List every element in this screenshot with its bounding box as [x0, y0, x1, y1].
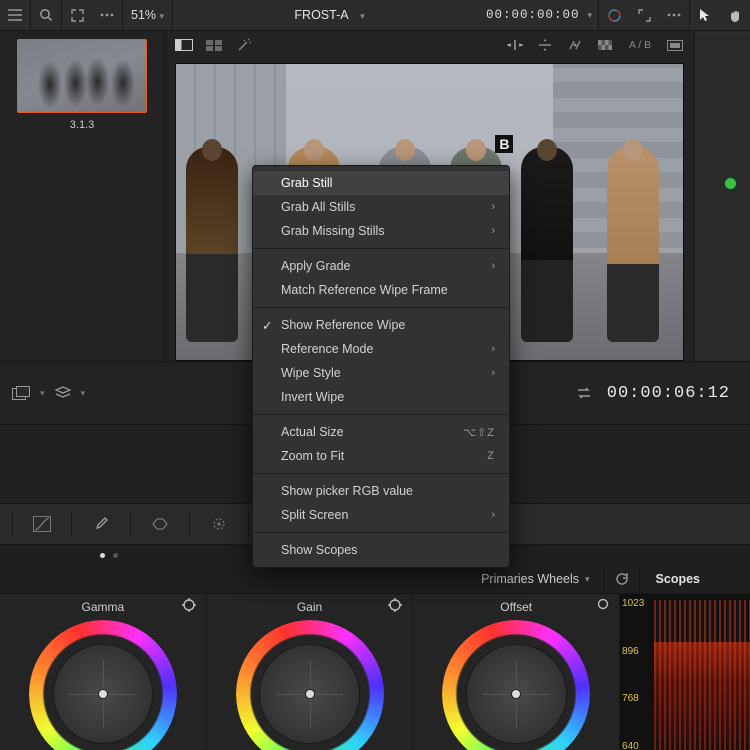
wheel-label-offset: Offset	[413, 600, 619, 614]
picker-gain-icon[interactable]	[388, 598, 402, 612]
menu-item-invert-wipe[interactable]: Invert Wipe	[253, 385, 509, 409]
more2-icon[interactable]	[659, 0, 689, 30]
zoom-level[interactable]: 51% ▾	[123, 8, 172, 22]
picker-gamma-icon[interactable]	[182, 598, 196, 612]
tracker-icon[interactable]	[202, 510, 236, 538]
eyedropper-icon[interactable]	[84, 510, 118, 538]
wheel-label-gain: Gain	[207, 600, 413, 614]
more-icon[interactable]	[92, 0, 122, 30]
menu-item-grab-still[interactable]: Grab Still	[253, 171, 509, 195]
wheel-offset-control[interactable]	[442, 620, 590, 750]
menu-item-show-picker-rgb-value[interactable]: Show picker RGB value	[253, 479, 509, 503]
wheel-gamma-control[interactable]	[29, 620, 177, 750]
wipe-hv-icon[interactable]	[502, 35, 528, 55]
color-wheels-area: Gamma Gain Offset 1023 896 768 640	[0, 594, 750, 750]
wheel-gain: Gain	[206, 594, 413, 750]
color-panel-header: Primaries Wheels▾ Scopes	[0, 565, 750, 594]
scopes-title: Scopes	[646, 572, 710, 586]
menu-item-apply-grade[interactable]: Apply Grade›	[253, 254, 509, 278]
menu-item-zoom-to-fit[interactable]: Zoom to FitZ	[253, 444, 509, 468]
gallery-panel: 3.1.3	[0, 31, 165, 361]
highlight-icon[interactable]	[662, 35, 688, 55]
search-icon[interactable]	[31, 0, 61, 30]
image-wipe-icon[interactable]	[599, 0, 629, 30]
grid-view-icon[interactable]	[201, 35, 227, 55]
clip-timecode[interactable]: 00:00:06:12	[607, 384, 730, 403]
wipe-horiz-icon[interactable]	[532, 35, 558, 55]
picker-offset-icon[interactable]	[597, 598, 609, 610]
curves-tool-icon[interactable]	[25, 510, 59, 538]
menu-item-actual-size[interactable]: Actual Size⌥⇧Z	[253, 420, 509, 444]
gallery-still-thumbnail[interactable]	[17, 39, 147, 113]
page-dot-1[interactable]	[100, 553, 105, 558]
menu-item-split-screen[interactable]: Split Screen›	[253, 503, 509, 527]
node-sidebar	[694, 31, 750, 361]
loop-icon[interactable]	[575, 386, 593, 400]
top-bar: 51% ▾ FROST-A ▾ 00:00:00:00 ▾	[0, 0, 750, 31]
wipe-diag-icon[interactable]	[562, 35, 588, 55]
viewer-toolbar: A / B	[165, 31, 694, 59]
primaries-mode-dropdown[interactable]: Primaries Wheels▾	[473, 572, 597, 586]
waveform-display	[654, 600, 750, 750]
magic-wand-icon[interactable]	[231, 35, 257, 55]
viewer-timecode[interactable]: 00:00:00:00	[478, 8, 588, 22]
wheel-gamma: Gamma	[0, 594, 206, 750]
gallery-view-icon[interactable]	[171, 35, 197, 55]
checker-icon[interactable]	[592, 35, 618, 55]
ab-compare[interactable]: A / B	[622, 35, 658, 55]
wheel-gain-control[interactable]	[236, 620, 384, 750]
stills-icon[interactable]	[12, 386, 30, 400]
menu-item-wipe-style[interactable]: Wipe Style›	[253, 361, 509, 385]
shape-mask-icon[interactable]	[143, 510, 177, 538]
list-view-icon[interactable]	[0, 0, 30, 30]
wheel-label-gamma: Gamma	[0, 600, 206, 614]
menu-item-grab-all-stills[interactable]: Grab All Stills›	[253, 195, 509, 219]
menu-item-show-reference-wipe[interactable]: ✓Show Reference Wipe	[253, 313, 509, 337]
page-dot-2[interactable]	[113, 553, 118, 558]
viewer-context-menu: Grab StillGrab All Stills›Grab Missing S…	[252, 165, 510, 568]
menu-item-show-scopes[interactable]: Show Scopes	[253, 538, 509, 562]
menu-item-match-reference-wipe-frame[interactable]: Match Reference Wipe Frame	[253, 278, 509, 302]
layers-icon[interactable]	[55, 386, 71, 400]
clip-name[interactable]: FROST-A	[286, 8, 356, 22]
expand2-icon[interactable]	[629, 0, 659, 30]
node-indicator[interactable]	[723, 176, 738, 191]
scopes-panel[interactable]: 1023 896 768 640	[619, 594, 750, 750]
wheel-offset: Offset	[412, 594, 619, 750]
reset-icon[interactable]	[611, 572, 633, 586]
menu-item-reference-mode[interactable]: Reference Mode›	[253, 337, 509, 361]
pointer-icon[interactable]	[690, 0, 720, 30]
menu-item-grab-missing-stills[interactable]: Grab Missing Stills›	[253, 219, 509, 243]
scope-scale: 1023 896 768 640	[622, 598, 644, 750]
hand-icon[interactable]	[720, 0, 750, 30]
gallery-still-label: 3.1.3	[8, 119, 156, 131]
expand-icon[interactable]	[62, 0, 92, 30]
